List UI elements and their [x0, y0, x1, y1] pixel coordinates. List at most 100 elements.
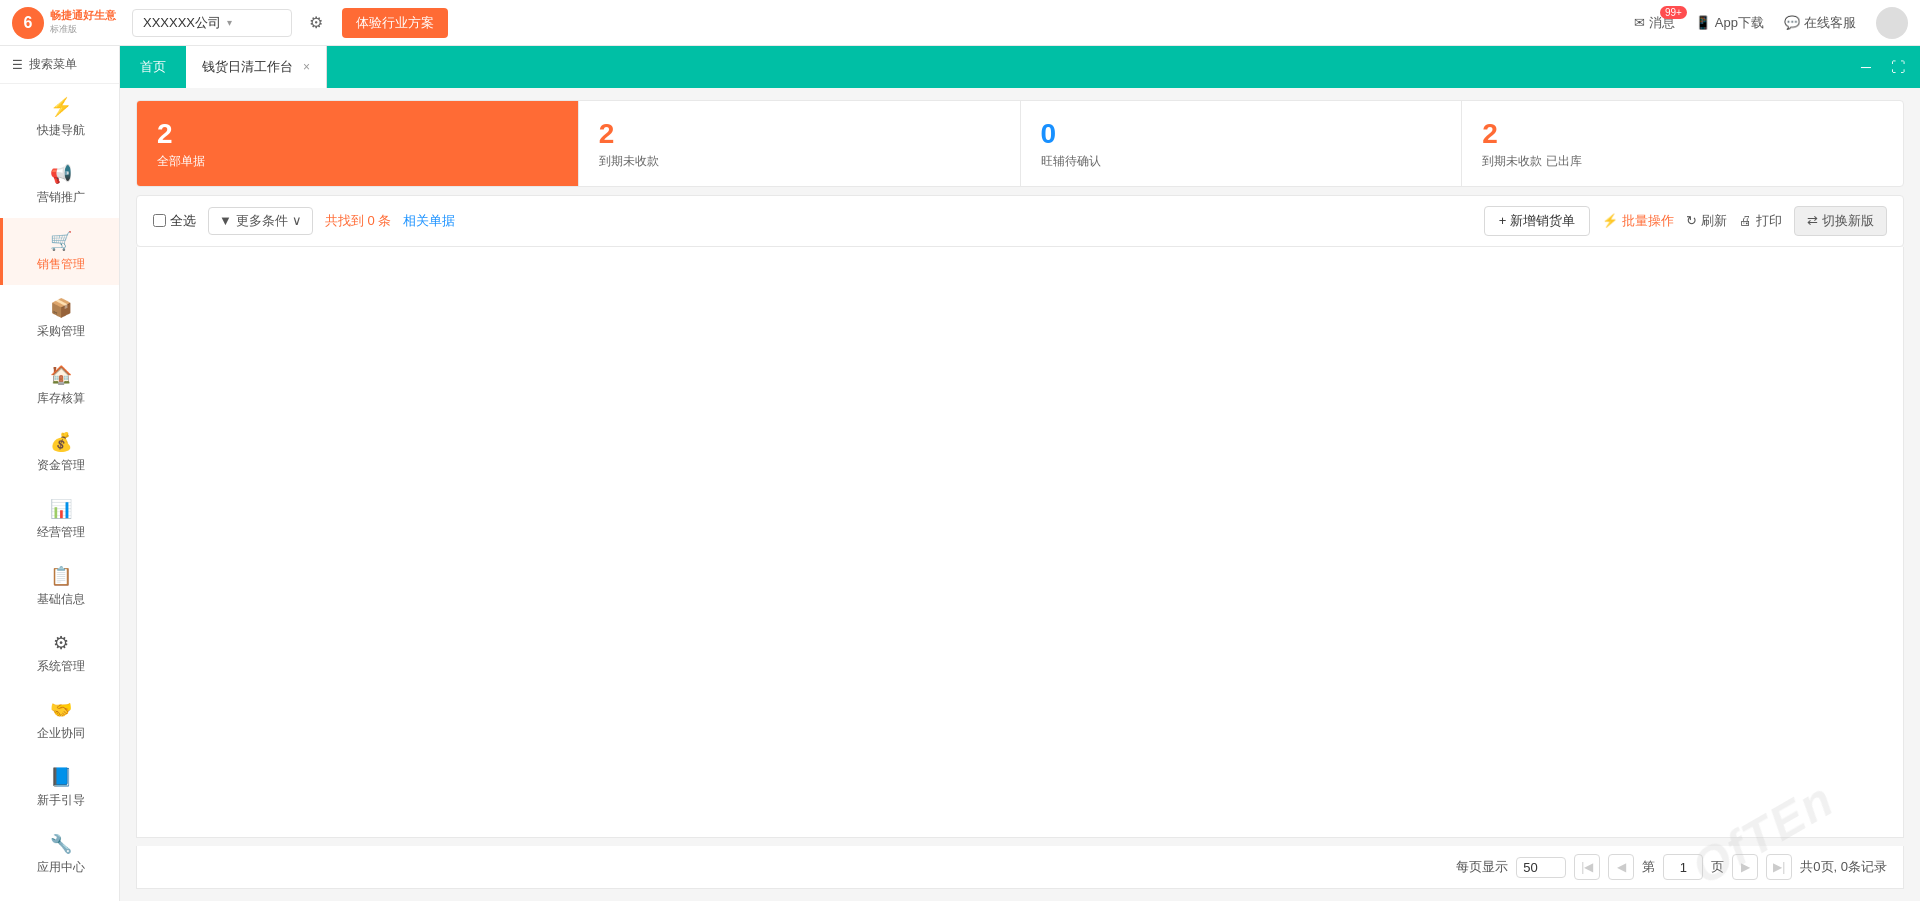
add-sale-order-button[interactable]: + 新增销货单 — [1484, 206, 1590, 236]
jichu-icon: 📋 — [50, 565, 72, 587]
sidebar-item-jingying[interactable]: 📊 经营管理 — [0, 486, 119, 553]
print-button[interactable]: 🖨 打印 — [1739, 212, 1782, 230]
logo-text: 畅捷通好生意 标准版 — [50, 9, 116, 35]
stat-number-overdue: 2 — [599, 117, 1000, 151]
main-layout: ☰ 搜索菜单 ⚡ 快捷导航 📢 营销推广 🛒 销售管理 📦 采购管理 🏠 库存核… — [0, 46, 1920, 901]
qiye-icon: 🤝 — [50, 699, 72, 721]
sidebar-item-xinshou[interactable]: 📘 新手引导 — [0, 754, 119, 821]
xitong-icon: ⚙ — [53, 632, 69, 654]
switch-label: 切换新版 — [1822, 212, 1874, 230]
sidebar: ☰ 搜索菜单 ⚡ 快捷导航 📢 营销推广 🛒 销售管理 📦 采购管理 🏠 库存核… — [0, 46, 120, 901]
caigou-icon: 📦 — [50, 297, 72, 319]
online-service-item[interactable]: 💬 在线客服 — [1784, 14, 1856, 32]
sidebar-search[interactable]: ☰ 搜索菜单 — [0, 46, 119, 84]
company-name: XXXXXX公司 — [143, 14, 221, 32]
sidebar-item-qiye[interactable]: 🤝 企业协同 — [0, 687, 119, 754]
sidebar-item-jichu[interactable]: 📋 基础信息 — [0, 553, 119, 620]
sidebar-label-xiaoshou: 销售管理 — [37, 256, 85, 273]
filter-icon: ▼ — [219, 213, 232, 228]
main-content: 2 全部单据 2 到期未收款 0 旺辅待确认 2 到期未收款 已出库 — [120, 88, 1920, 901]
stat-number-wangfu: 0 — [1041, 117, 1442, 151]
select-all-label: 全选 — [170, 212, 196, 230]
sidebar-item-kuaijie[interactable]: ⚡ 快捷导航 — [0, 84, 119, 151]
stat-card-wangfu[interactable]: 0 旺辅待确认 — [1021, 101, 1463, 186]
toolbar: 全选 ▼ 更多条件 ∨ 共找到 0 条 相关单据 + 新增销货单 ⚡ — [136, 195, 1904, 247]
sidebar-item-xiaoshou[interactable]: 🛒 销售管理 — [0, 218, 119, 285]
online-service-icon: 💬 — [1784, 15, 1800, 30]
online-service-label: 在线客服 — [1804, 14, 1856, 32]
print-label: 打印 — [1756, 212, 1782, 230]
sidebar-item-yingxiao[interactable]: 📢 营销推广 — [0, 151, 119, 218]
first-page-button[interactable]: |◀ — [1574, 854, 1600, 880]
tab-maximize-button[interactable]: ⛶ — [1884, 53, 1912, 81]
yingxiao-icon: 📢 — [50, 163, 72, 185]
experience-button[interactable]: 体验行业方案 — [342, 8, 448, 38]
sidebar-label-xitong: 系统管理 — [37, 658, 85, 675]
chevron-down-icon: ▾ — [227, 17, 232, 28]
sidebar-item-caigou[interactable]: 📦 采购管理 — [0, 285, 119, 352]
batch-operation-button[interactable]: ⚡ 批量操作 — [1602, 212, 1674, 230]
search-icon: ☰ — [12, 58, 23, 72]
toolbar-right: + 新增销货单 ⚡ 批量操作 ↻ 刷新 🖨 打印 ⇄ — [1484, 206, 1887, 236]
select-all-checkbox[interactable]: 全选 — [153, 212, 196, 230]
related-orders-link[interactable]: 相关单据 — [403, 212, 455, 230]
batch-icon: ⚡ — [1602, 213, 1618, 228]
sidebar-item-yingyong[interactable]: 🔧 应用中心 — [0, 821, 119, 888]
filter-button[interactable]: ▼ 更多条件 ∨ — [208, 207, 313, 235]
tab-controls: ─ ⛶ — [1852, 53, 1920, 81]
prev-page-button[interactable]: ◀ — [1608, 854, 1634, 880]
message-item[interactable]: ✉ 消息 99+ — [1634, 14, 1675, 32]
logo-subtitle: 标准版 — [50, 23, 116, 36]
stat-card-chuku[interactable]: 2 到期未收款 已出库 — [1462, 101, 1903, 186]
tab-label: 钱货日清工作台 — [202, 58, 293, 76]
stat-card-overdue[interactable]: 2 到期未收款 — [579, 101, 1021, 186]
zijin-icon: 💰 — [50, 431, 72, 453]
page-size-select[interactable]: 50 10 20 100 — [1516, 857, 1566, 878]
refresh-label: 刷新 — [1701, 212, 1727, 230]
logo-area: 6 畅捷通好生意 标准版 — [12, 7, 132, 39]
sidebar-label-caigou: 采购管理 — [37, 323, 85, 340]
sidebar-item-zijin[interactable]: 💰 资金管理 — [0, 419, 119, 486]
sidebar-item-xitong[interactable]: ⚙ 系统管理 — [0, 620, 119, 687]
app-download-item[interactable]: 📱 App下载 — [1695, 14, 1764, 32]
refresh-button[interactable]: ↻ 刷新 — [1686, 212, 1727, 230]
found-unit: 条 — [378, 213, 391, 228]
tab-qianhuoricingongzuotai[interactable]: 钱货日清工作台 × — [186, 46, 327, 88]
next-page-button[interactable]: ▶ — [1732, 854, 1758, 880]
header-right: ✉ 消息 99+ 📱 App下载 💬 在线客服 — [1634, 7, 1908, 39]
table-area — [136, 247, 1904, 838]
sidebar-item-weixin[interactable]: 💬 企业微信 — [0, 888, 119, 901]
sidebar-label-kucun: 库存核算 — [37, 390, 85, 407]
page-number-input[interactable] — [1663, 854, 1703, 880]
avatar-area[interactable] — [1876, 7, 1908, 39]
xinshou-icon: 📘 — [50, 766, 72, 788]
message-badge: 99+ — [1660, 6, 1687, 19]
avatar — [1876, 7, 1908, 39]
tab-close-icon[interactable]: × — [303, 60, 310, 74]
stat-label-overdue: 到期未收款 — [599, 153, 1000, 170]
batch-label: 批量操作 — [1622, 212, 1674, 230]
company-selector[interactable]: XXXXXX公司 ▾ — [132, 9, 292, 37]
sidebar-item-kucun[interactable]: 🏠 库存核算 — [0, 352, 119, 419]
filter-chevron-icon: ∨ — [292, 213, 302, 228]
page-label2: 页 — [1711, 858, 1724, 876]
pagination-bar: 每页显示 50 10 20 100 |◀ ◀ 第 页 ▶ ▶| 共0页, 0条记… — [136, 846, 1904, 889]
tab-minimize-button[interactable]: ─ — [1852, 53, 1880, 81]
stat-card-all[interactable]: 2 全部单据 — [137, 101, 579, 186]
settings-button[interactable]: ⚙ — [300, 7, 332, 39]
sidebar-label-kuaijie: 快捷导航 — [37, 122, 85, 139]
found-prefix: 共找到 — [325, 213, 364, 228]
tab-home[interactable]: 首页 — [120, 46, 186, 88]
stat-label-wangfu: 旺辅待确认 — [1041, 153, 1442, 170]
app-download-label: App下载 — [1715, 14, 1764, 32]
stat-label-chuku: 到期未收款 已出库 — [1482, 153, 1883, 170]
xiaoshou-icon: 🛒 — [50, 230, 72, 252]
app-download-icon: 📱 — [1695, 15, 1711, 30]
app-logo-icon: 6 — [12, 7, 44, 39]
last-page-button[interactable]: ▶| — [1766, 854, 1792, 880]
sidebar-label-qiye: 企业协同 — [37, 725, 85, 742]
checkbox-input[interactable] — [153, 214, 166, 227]
kuaijie-icon: ⚡ — [50, 96, 72, 118]
switch-new-version-button[interactable]: ⇄ 切换新版 — [1794, 206, 1887, 236]
kucun-icon: 🏠 — [50, 364, 72, 386]
